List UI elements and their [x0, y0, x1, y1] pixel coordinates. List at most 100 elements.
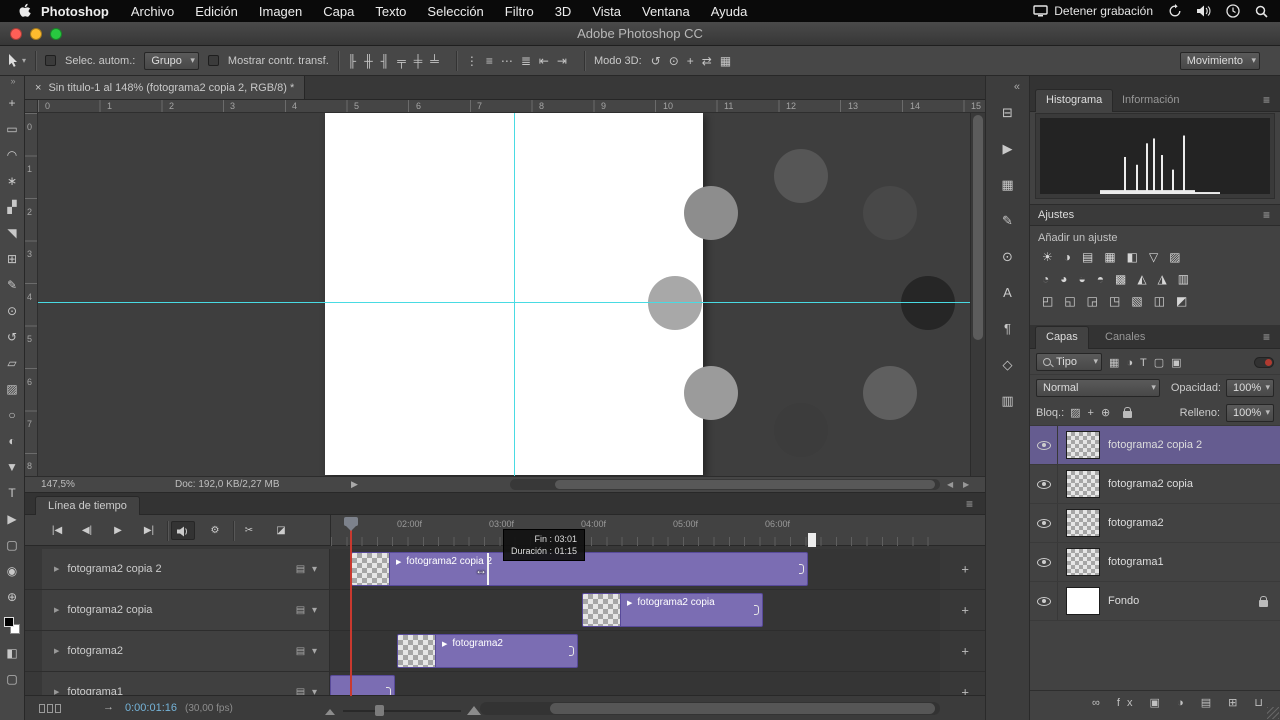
menu-ventana[interactable]: Ventana	[642, 4, 690, 19]
auto-select-dropdown[interactable]: Grupo	[144, 51, 199, 70]
zoom-level-field[interactable]: 147,5%	[41, 479, 75, 490]
track-header[interactable]: ▶ fotograma2 copia ▤ ▾	[42, 590, 330, 630]
dock-actions-icon[interactable]: ▶	[995, 138, 1021, 159]
eraser-tool[interactable]: ▱	[1, 350, 24, 376]
timeline-zoom-slider[interactable]	[343, 705, 461, 716]
clip-disclosure-icon[interactable]: ▶	[396, 558, 401, 566]
zoom-tool[interactable]: ⊕	[1, 584, 24, 610]
gradient-tool[interactable]: ▨	[1, 376, 24, 402]
disclosure-triangle-icon[interactable]: ▶	[54, 606, 59, 614]
menu-edicion[interactable]: Edición	[195, 4, 238, 19]
layer-filter-dropdown[interactable]: Tipo	[1036, 353, 1102, 371]
apple-menu-icon[interactable]	[18, 3, 31, 19]
track-header[interactable]: ▶ fotograma2 ▤ ▾	[42, 631, 330, 671]
expand-dock-icon[interactable]: «	[1014, 81, 1020, 93]
add-media-button[interactable]: +	[961, 603, 969, 618]
type-tool[interactable]: T	[1, 480, 24, 506]
eye-icon[interactable]	[1036, 479, 1051, 489]
hand-tool[interactable]: ◉	[1, 558, 24, 584]
track-options-icon[interactable]: ▤ ▾	[296, 564, 329, 575]
blur-tool[interactable]: ○	[1, 402, 24, 428]
zoom-window-button[interactable]	[50, 28, 62, 40]
mute-audio-button[interactable]	[171, 521, 195, 540]
tab-histograma[interactable]: Histograma	[1035, 89, 1114, 112]
clip-disclosure-icon[interactable]: ▶	[442, 640, 447, 648]
clock-icon[interactable]	[1226, 4, 1240, 18]
window-title-bar[interactable]: Adobe Photoshop CC	[0, 22, 1280, 46]
layer-visibility-cell[interactable]	[1030, 504, 1058, 542]
zoom-out-mountain-icon[interactable]	[325, 709, 335, 715]
eye-icon[interactable]	[1036, 440, 1051, 450]
previous-frame-button[interactable]: ◀|	[75, 521, 99, 540]
vertical-ruler[interactable]: 0 1 2 3 4 5 6 7 8	[25, 113, 38, 476]
layer-row[interactable]: fotograma1	[1030, 543, 1280, 582]
tab-informacion[interactable]: Información	[1122, 94, 1179, 106]
status-popup-arrow-icon[interactable]: ▶	[351, 479, 358, 490]
layer-row[interactable]: fotograma2 copia 2	[1030, 426, 1280, 465]
lock-all-icon[interactable]	[1123, 407, 1133, 418]
track-options-icon[interactable]: ▤ ▾	[296, 646, 329, 657]
zoom-in-mountain-icon[interactable]	[467, 706, 481, 715]
menu-imagen[interactable]: Imagen	[259, 4, 302, 19]
show-transform-checkbox[interactable]	[207, 55, 219, 66]
history-brush-tool[interactable]: ↺	[1, 324, 24, 350]
render-video-icon[interactable]: →	[103, 701, 114, 713]
menu-texto[interactable]: Texto	[375, 4, 406, 19]
track-lane[interactable]: ▶ fotograma2 copia 2	[330, 549, 940, 589]
pen-tool[interactable]: ▼	[1, 454, 24, 480]
timeline-scrollbar[interactable]	[480, 702, 940, 715]
eyedropper-tool[interactable]: ◥	[1, 220, 24, 246]
workspace-switcher-dropdown[interactable]: Movimiento	[1179, 51, 1260, 70]
dock-clone-source-icon[interactable]: ⊙	[995, 246, 1021, 267]
close-tab-icon[interactable]: ×	[35, 82, 41, 94]
move-tool[interactable]: +	[1, 90, 24, 116]
menu-filtro[interactable]: Filtro	[505, 4, 534, 19]
dock-paragraph-icon[interactable]: ¶	[995, 318, 1021, 339]
screen-mode-button[interactable]: ▢	[1, 666, 24, 692]
menu-capa[interactable]: Capa	[323, 4, 354, 19]
vertical-guide[interactable]	[514, 113, 515, 476]
window-resize-grip[interactable]	[1267, 707, 1279, 719]
auto-select-checkbox[interactable]	[45, 55, 57, 66]
tab-ajustes[interactable]: Ajustes	[1038, 209, 1074, 221]
layer-row[interactable]: fotograma2 copia	[1030, 465, 1280, 504]
video-clip[interactable]: ▶ fotograma2	[397, 634, 578, 668]
toolbar-collapse-icon[interactable]: »	[10, 76, 15, 90]
histogram-panel-menu-icon[interactable]: ≡	[1263, 93, 1270, 107]
playhead-handle[interactable]	[344, 517, 358, 531]
layers-panel-menu-icon[interactable]: ≡	[1263, 330, 1270, 344]
eye-icon[interactable]	[1036, 518, 1051, 528]
mode-3d-icons[interactable]: ↺⊙+⇄▦	[651, 54, 740, 68]
tab-capas[interactable]: Capas	[1035, 326, 1089, 349]
lock-option-icons[interactable]: ▨+⊕	[1070, 406, 1117, 419]
layer-thumbnail[interactable]	[1066, 431, 1100, 459]
blend-mode-dropdown[interactable]: Normal	[1036, 378, 1160, 397]
dock-properties-icon[interactable]: ⊟	[995, 102, 1021, 123]
healing-brush-tool[interactable]: ⊞	[1, 246, 24, 272]
track-options-icon[interactable]: ▤ ▾	[296, 605, 329, 616]
layer-visibility-cell[interactable]	[1030, 465, 1058, 503]
adjustments-panel-menu-icon[interactable]: ≡	[1263, 208, 1270, 222]
timeline-zoom-slider-thumb[interactable]	[375, 705, 384, 716]
horizontal-guide[interactable]	[38, 302, 970, 303]
add-media-button[interactable]: +	[961, 644, 969, 659]
dock-materials-icon[interactable]: ▥	[995, 390, 1021, 411]
menu-archivo[interactable]: Archivo	[131, 4, 174, 19]
rectangular-marquee-tool[interactable]: ▭	[1, 116, 24, 142]
layers-bottom-icons[interactable]: ∞ fx ▣ ◑ ▤ ⊞ ⊔	[1092, 696, 1270, 709]
dock-character-icon[interactable]: A	[995, 282, 1021, 303]
timeline-settings-gear-icon[interactable]: ⚙	[203, 521, 227, 540]
scroll-right-arrow-icon[interactable]: ▶	[963, 480, 969, 489]
fill-dropdown[interactable]: 100%	[1226, 403, 1274, 422]
disclosure-triangle-icon[interactable]: ▶	[54, 565, 59, 573]
track-lane[interactable]	[330, 672, 940, 696]
next-frame-button[interactable]: ▶|	[137, 521, 161, 540]
layer-visibility-cell[interactable]	[1030, 426, 1058, 464]
split-clip-scissors-icon[interactable]: ✂	[237, 521, 261, 540]
play-button[interactable]: ▶	[106, 521, 130, 540]
dock-styles-icon[interactable]: ✎	[995, 210, 1021, 231]
go-to-first-frame-button[interactable]: |◀	[45, 521, 69, 540]
eye-icon[interactable]	[1036, 596, 1051, 606]
ruler-origin-corner[interactable]	[25, 100, 38, 113]
layer-row[interactable]: Fondo	[1030, 582, 1280, 621]
